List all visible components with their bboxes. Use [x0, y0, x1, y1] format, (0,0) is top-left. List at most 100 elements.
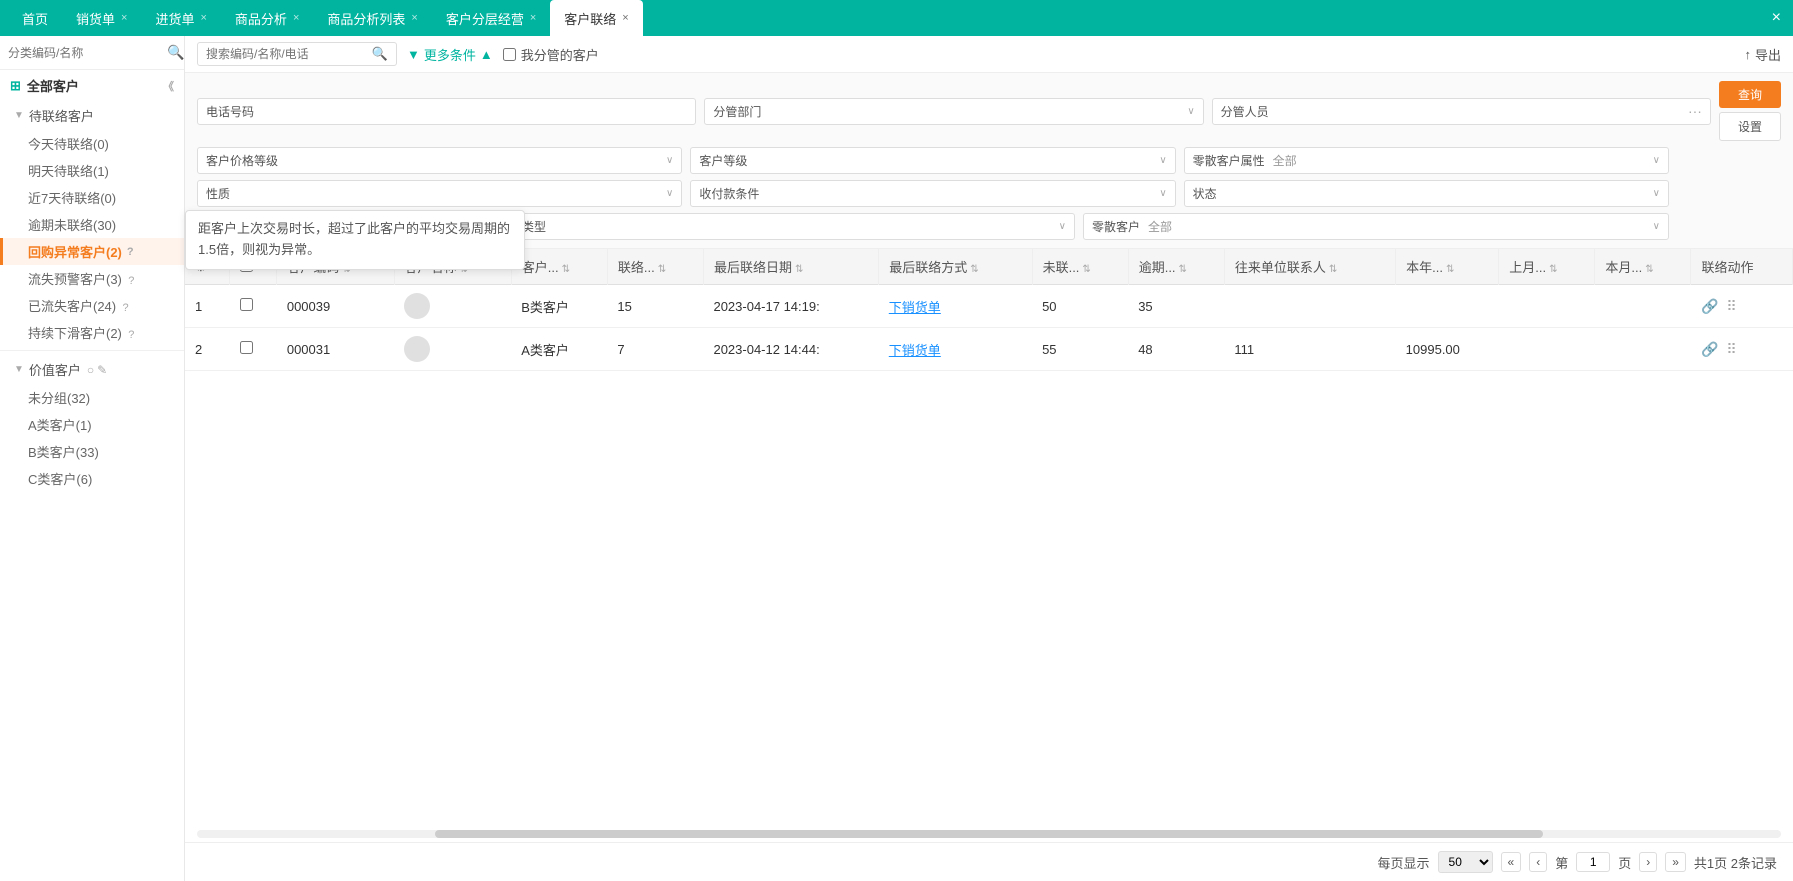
col-year-amt[interactable]: 本年...⇅: [1396, 249, 1499, 285]
field-retail-attr[interactable]: 零散客户属性 全部 ∨: [1184, 147, 1669, 174]
close-all-button[interactable]: ×: [1772, 9, 1781, 27]
col-last-month[interactable]: 上月...⇅: [1499, 249, 1595, 285]
field-customer-type[interactable]: 客户类型 ∨: [489, 213, 1075, 240]
cell-last-method[interactable]: 下销货单: [879, 285, 1032, 328]
cell-this-month: [1595, 328, 1691, 371]
close-icon[interactable]: ×: [200, 12, 206, 24]
close-icon[interactable]: ×: [530, 12, 536, 24]
query-button[interactable]: 查询: [1719, 81, 1781, 108]
page-of-label: 页: [1618, 853, 1631, 872]
my-customers-checkbox[interactable]: [503, 48, 516, 61]
col-person[interactable]: 往来单位联系人⇅: [1224, 249, 1395, 285]
filter-bar: 🔍 ▼ 更多条件 ▲ 我分管的客户 ↑ 导出: [185, 36, 1793, 73]
arrow-icon: ▼: [14, 364, 24, 375]
col-last-method[interactable]: 最后联络方式⇅: [879, 249, 1032, 285]
field-dept[interactable]: 分管部门 ∨: [704, 98, 1203, 125]
cell-contact: 7: [607, 328, 703, 371]
question-icon: ?: [127, 246, 134, 258]
cell-person: 111: [1224, 328, 1395, 371]
field-phone[interactable]: 电话号码: [197, 98, 696, 125]
cell-this-month: [1595, 285, 1691, 328]
export-button[interactable]: ↑ 导出: [1744, 45, 1781, 64]
my-customers-checkbox-wrap[interactable]: 我分管的客户: [503, 45, 599, 64]
nav-sales[interactable]: 销货单 ×: [62, 0, 141, 36]
nav-customer-tier[interactable]: 客户分层经营 ×: [432, 0, 550, 36]
menu-action-icon[interactable]: ⠿: [1726, 341, 1736, 358]
arrow-icon: ▼: [14, 110, 24, 121]
link-action-icon[interactable]: 🔗: [1701, 341, 1718, 358]
link-action-icon[interactable]: 🔗: [1701, 298, 1718, 315]
field-nature[interactable]: 性质 ∨: [197, 180, 682, 207]
sidebar-all-customers[interactable]: ⊞ 全部客户 《: [0, 70, 184, 101]
chevron-down-icon: ∨: [1187, 106, 1194, 117]
sidebar-item-overdue[interactable]: 逾期未联络(30): [0, 211, 184, 238]
row-checkbox[interactable]: [240, 298, 253, 311]
sidebar-item-today[interactable]: 今天待联络(0): [0, 130, 184, 157]
next-page-button[interactable]: ›: [1639, 852, 1657, 872]
cell-checkbox[interactable]: [230, 328, 277, 371]
collapse-icon[interactable]: 《: [163, 78, 174, 94]
set-button[interactable]: 设置: [1719, 112, 1781, 141]
close-icon[interactable]: ×: [622, 12, 628, 24]
value-group-edit-icon[interactable]: ○: [87, 363, 94, 377]
filter-more-button[interactable]: ▼ 更多条件 ▲: [407, 45, 493, 64]
col-type[interactable]: 客户...⇅: [511, 249, 607, 285]
adv-filter-row-3: 性质 ∨ 收付款条件 ∨ 状态 ∨: [197, 180, 1781, 207]
sidebar-search-input[interactable]: [8, 46, 163, 60]
menu-action-icon[interactable]: ⠿: [1726, 298, 1736, 315]
question-icon: ?: [128, 329, 134, 341]
horizontal-scrollbar[interactable]: [197, 830, 1781, 838]
sidebar-item-a-class[interactable]: A类客户(1): [0, 411, 184, 438]
sidebar-group-pending-title[interactable]: ▼ 待联络客户: [0, 101, 184, 130]
col-uncontact[interactable]: 未联...⇅: [1032, 249, 1128, 285]
col-this-month[interactable]: 本月...⇅: [1595, 249, 1691, 285]
sidebar-item-ungroup[interactable]: 未分组(32): [0, 384, 184, 411]
nav-purchase[interactable]: 进货单 ×: [141, 0, 220, 36]
field-retail-customer[interactable]: 零散客户 全部 ∨: [1083, 213, 1669, 240]
field-payment[interactable]: 收付款条件 ∨: [690, 180, 1175, 207]
first-page-button[interactable]: «: [1501, 852, 1522, 872]
close-icon[interactable]: ×: [293, 12, 299, 24]
field-manager[interactable]: 分管人员 ···: [1212, 98, 1711, 125]
col-overdue[interactable]: 逾期...⇅: [1128, 249, 1224, 285]
value-group-settings-icon[interactable]: ✎: [97, 363, 107, 377]
sidebar-item-c-class[interactable]: C类客户(6): [0, 465, 184, 492]
cell-last-method[interactable]: 下销货单: [879, 328, 1032, 371]
nav-customer-contact[interactable]: 客户联络 ×: [550, 0, 642, 36]
search-icon[interactable]: 🔍: [372, 46, 388, 62]
nav-product-analysis[interactable]: 商品分析 ×: [221, 0, 313, 36]
nav-home[interactable]: 首页: [8, 0, 62, 36]
col-action[interactable]: 联络动作: [1691, 249, 1793, 285]
sidebar-item-b-class[interactable]: B类客户(33): [0, 438, 184, 465]
sidebar-item-7days[interactable]: 近7天待联络(0): [0, 184, 184, 211]
field-customer-grade[interactable]: 客户等级 ∨: [690, 147, 1175, 174]
sidebar-value-group[interactable]: ▼ 价值客户 ○ ✎: [0, 355, 184, 384]
page-number-input[interactable]: [1576, 852, 1610, 872]
cell-type: A类客户: [511, 328, 607, 371]
nav-product-list[interactable]: 商品分析列表 ×: [313, 0, 431, 36]
sidebar-search-bar: 🔍: [0, 36, 184, 70]
last-page-button[interactable]: »: [1665, 852, 1686, 872]
sidebar-item-declining[interactable]: 持续下滑客户(2) ?: [0, 319, 184, 346]
sort-icon: ⇅: [658, 264, 666, 275]
field-status[interactable]: 状态 ∨: [1184, 180, 1669, 207]
sidebar-item-churned[interactable]: 已流失客户(24) ?: [0, 292, 184, 319]
sort-icon: ⇅: [795, 264, 803, 275]
filter-search-input[interactable]: [206, 47, 372, 61]
row-checkbox[interactable]: [240, 341, 253, 354]
ellipsis-icon[interactable]: ···: [1688, 103, 1702, 119]
close-icon[interactable]: ×: [411, 12, 417, 24]
prev-page-button[interactable]: ‹: [1529, 852, 1547, 872]
sidebar-item-repurchase-anomaly[interactable]: 回购异常客户(2) ?: [0, 238, 184, 265]
pagination-bar: 每页显示 50 10 20 100 « ‹ 第 页 › » 共1页 2条记录: [185, 842, 1793, 881]
per-page-select[interactable]: 50 10 20 100: [1438, 851, 1493, 873]
field-price-grade[interactable]: 客户价格等级 ∨: [197, 147, 682, 174]
close-icon[interactable]: ×: [121, 12, 127, 24]
sidebar-item-churn-warning[interactable]: 流失预警客户(3) ?: [0, 265, 184, 292]
col-contact[interactable]: 联络...⇅: [607, 249, 703, 285]
sidebar-item-tomorrow[interactable]: 明天待联络(1): [0, 157, 184, 184]
sidebar-search-icon[interactable]: 🔍: [167, 44, 184, 61]
col-last-date[interactable]: 最后联络日期⇅: [703, 249, 878, 285]
cell-checkbox[interactable]: [230, 285, 277, 328]
scrollbar-thumb[interactable]: [435, 830, 1544, 838]
